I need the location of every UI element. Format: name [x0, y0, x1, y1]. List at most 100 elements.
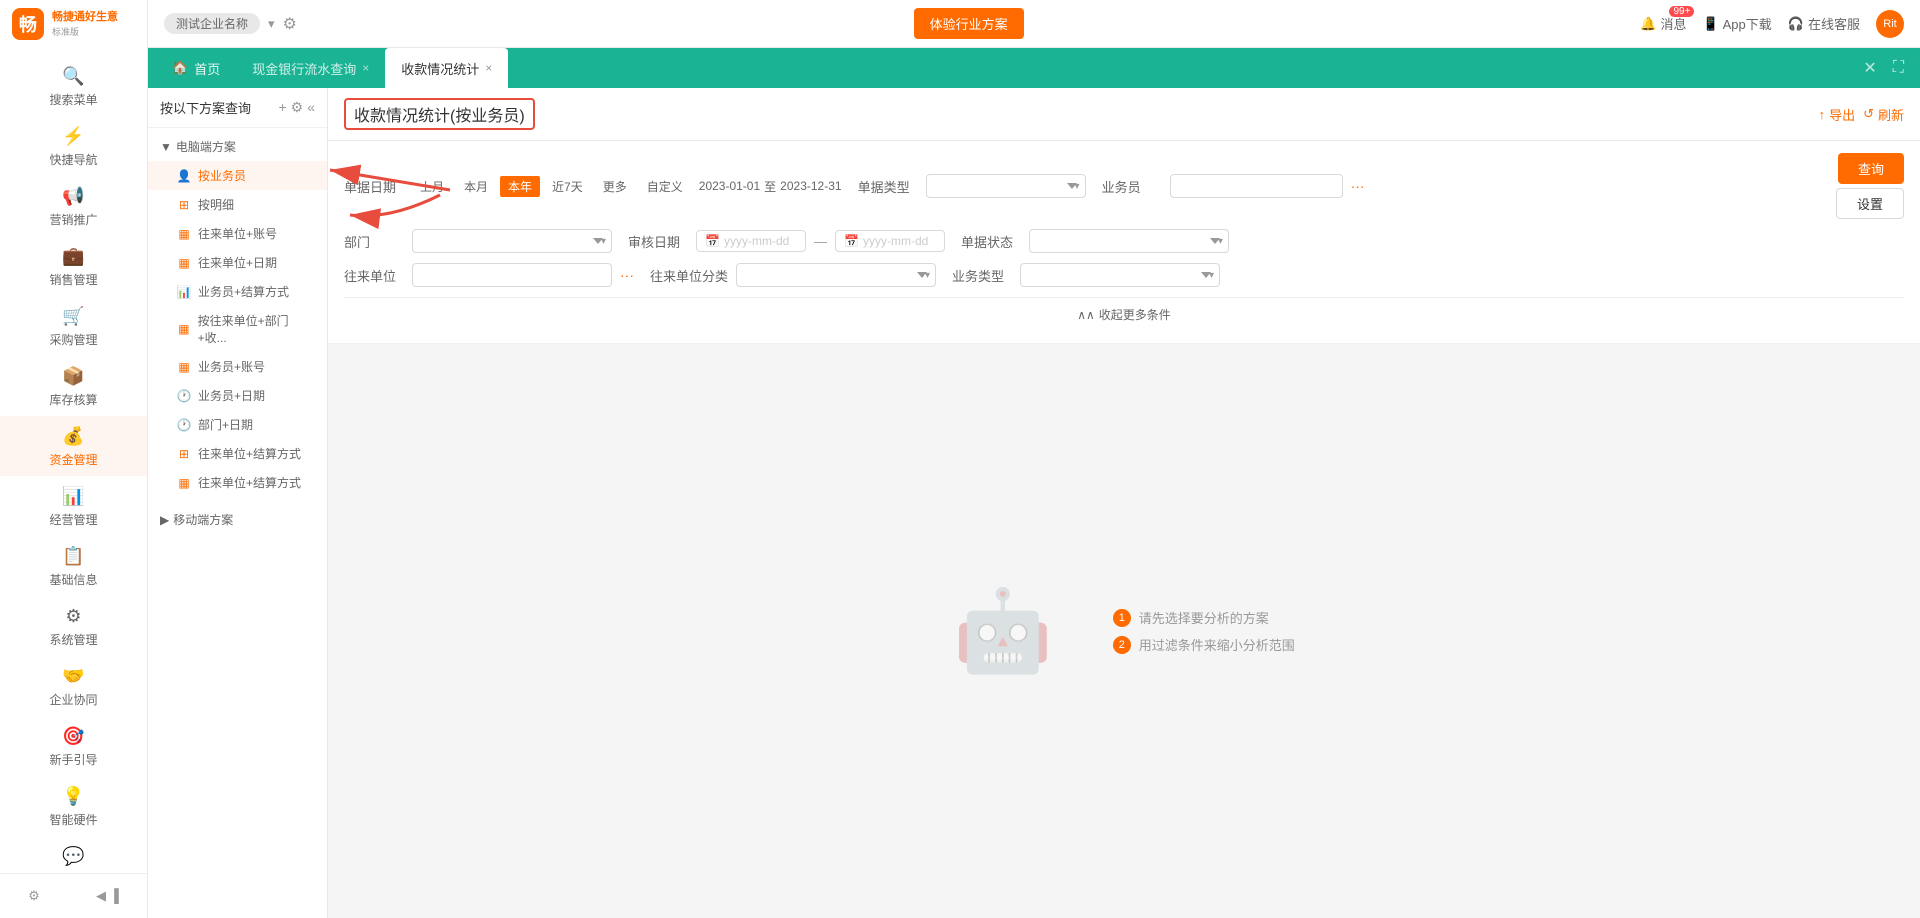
scheme-item-by-salesperson[interactable]: 👤 按业务员 — [148, 161, 327, 190]
add-scheme-icon[interactable]: + — [278, 99, 286, 116]
app-download-button[interactable]: 📱 App下载 — [1702, 14, 1771, 33]
enterprise-dropdown-icon[interactable]: ▾ — [268, 16, 275, 32]
expand-tabs-icon[interactable]: ⛶ — [1885, 59, 1912, 77]
tab-home[interactable]: 🏠 首页 — [156, 48, 236, 88]
salesperson-input[interactable] — [1170, 174, 1343, 198]
sidebar-item-企业协同[interactable]: 🤝企业协同 — [0, 656, 147, 716]
sidebar-icon-6: 💰 — [62, 424, 86, 448]
partner-input[interactable] — [412, 263, 612, 287]
settings-bottom-icon[interactable]: ⚙ — [24, 884, 44, 908]
collapse-sidebar-icon[interactable]: ◀ ▐ — [92, 884, 123, 908]
desktop-scheme-group-toggle[interactable]: ▼ 电脑端方案 — [148, 132, 327, 161]
table5-icon: ▦ — [176, 475, 192, 491]
date-custom-btn[interactable]: 自定义 — [639, 176, 691, 197]
date-7days-btn[interactable]: 近7天 — [544, 176, 591, 197]
tab-cash-flow[interactable]: 现金银行流水查询 × — [236, 48, 385, 88]
refresh-icon: ↺ — [1863, 106, 1874, 122]
biztype-select-wrapper: ▾ — [1020, 263, 1220, 287]
topbar-gear-icon[interactable]: ⚙ — [283, 14, 297, 34]
sidebar-icon-9: ⚙ — [62, 604, 86, 628]
sidebar-item-资金管理[interactable]: 💰资金管理 — [0, 416, 147, 476]
date-label: 单据日期 — [344, 177, 404, 196]
sidebar-item-销售管理[interactable]: 💼销售管理 — [0, 236, 147, 296]
scheme-item-partner-dept[interactable]: ▦ 按往来单位+部门+收... — [148, 306, 327, 352]
close-tab-cash-flow-icon[interactable]: × — [362, 61, 369, 75]
sidebar-item-企业微信[interactable]: 💬企业微信 — [0, 836, 147, 873]
scheme-item-partner-settlement2[interactable]: ▦ 往来单位+结算方式 — [148, 468, 327, 497]
date-range-display: 2023-01-01 至 2023-12-31 — [699, 178, 842, 195]
mobile-scheme-group: ▶ 移动端方案 — [148, 501, 327, 538]
doctype-select[interactable] — [926, 174, 1086, 198]
date-last-month-btn[interactable]: 上月 — [412, 176, 452, 197]
sidebar-item-营销推广[interactable]: 📢营销推广 — [0, 176, 147, 236]
filter-docstatus-item: 单据状态 ▾ — [961, 229, 1229, 253]
logo-text: 畅捷通好生意 — [52, 10, 118, 24]
date-this-year-btn[interactable]: 本年 — [500, 176, 540, 197]
sidebar-icon-13: 💬 — [62, 844, 86, 868]
sidebar-item-采购管理[interactable]: 🛒采购管理 — [0, 296, 147, 356]
sidebar-icon-5: 📦 — [62, 364, 86, 388]
scheme-settings-icon[interactable]: ⚙ — [291, 99, 304, 116]
export-button[interactable]: ↑ 导出 — [1819, 105, 1856, 124]
messages-button[interactable]: 🔔 消息 99+ — [1640, 14, 1686, 33]
collapse-panel-icon[interactable]: « — [307, 99, 315, 116]
dept-select[interactable] — [412, 229, 612, 253]
tab-collection[interactable]: 收款情况统计 × — [385, 48, 508, 88]
scheme-item-partner-account[interactable]: ▦ 往来单位+账号 — [148, 219, 327, 248]
refresh-button[interactable]: ↺ 刷新 — [1863, 105, 1904, 124]
content-area: 🤖 1 请先选择要分析的方案 2 用过滤条件来缩小分析范围 — [328, 344, 1920, 918]
review-date-to[interactable]: 📅 yyyy-mm-dd — [835, 230, 945, 252]
filter-query-actions: 查询 设置 — [1836, 153, 1904, 219]
scheme-item-by-detail[interactable]: ⊞ 按明细 — [148, 190, 327, 219]
scheme-item-dept-date[interactable]: 🕐 部门+日期 — [148, 410, 327, 439]
date-more-btn[interactable]: 更多 — [595, 176, 635, 197]
calendar-from-icon: 📅 — [705, 234, 720, 248]
scheme-item-salesperson-date[interactable]: 🕐 业务员+日期 — [148, 381, 327, 410]
query-button[interactable]: 查询 — [1838, 153, 1904, 184]
online-service-button[interactable]: 🎧 在线客服 — [1788, 14, 1860, 33]
review-date-label: 审核日期 — [628, 232, 688, 251]
sidebar-item-新手引导[interactable]: 🎯新手引导 — [0, 716, 147, 776]
partner-more-icon[interactable]: ··· — [620, 267, 634, 283]
scheme-item-partner-settlement1[interactable]: ⊞ 往来单位+结算方式 — [148, 439, 327, 468]
grid2-icon: ⊞ — [176, 446, 192, 462]
sidebar-item-基础信息[interactable]: 📋基础信息 — [0, 536, 147, 596]
trial-button[interactable]: 体验行业方案 — [914, 8, 1024, 39]
topbar-right: 🔔 消息 99+ 📱 App下载 🎧 在线客服 Rit — [1640, 10, 1904, 38]
collapse-filters-bar[interactable]: ∧∧ 收起更多条件 — [344, 297, 1904, 331]
date-to: 2023-12-31 — [780, 179, 841, 193]
sidebar-item-系统管理[interactable]: ⚙系统管理 — [0, 596, 147, 656]
close-all-tabs-icon[interactable]: ✕ — [1855, 58, 1884, 78]
page-title-wrapper: 收款情况统计(按业务员) — [344, 98, 535, 130]
mobile-scheme-group-toggle[interactable]: ▶ 移动端方案 — [148, 505, 327, 534]
filter-row-1: 单据日期 上月 本月 本年 近7天 更多 自定义 2023-01-01 至 — [344, 153, 1904, 219]
scheme-item-salesperson-account[interactable]: ▦ 业务员+账号 — [148, 352, 327, 381]
home-icon: 🏠 — [172, 60, 188, 76]
sidebar-item-库存核算[interactable]: 📦库存核算 — [0, 356, 147, 416]
scheme-item-partner-date[interactable]: ▦ 往来单位+日期 — [148, 248, 327, 277]
biztype-select[interactable] — [1020, 263, 1220, 287]
sidebar-item-经营管理[interactable]: 📊经营管理 — [0, 476, 147, 536]
sidebar-icon-12: 💡 — [62, 784, 86, 808]
sidebar-item-快捷导航[interactable]: ⚡快捷导航 — [0, 116, 147, 176]
enterprise-name[interactable]: 测试企业名称 — [164, 13, 260, 34]
review-date-from[interactable]: 📅 yyyy-mm-dd — [696, 230, 806, 252]
filter-settings-button[interactable]: 设置 — [1836, 188, 1904, 219]
table-icon: ▦ — [176, 226, 192, 242]
scheme-item-salesperson-settlement[interactable]: 📊 业务员+结算方式 — [148, 277, 327, 306]
partner-class-select[interactable] — [736, 263, 936, 287]
page-header: 收款情况统计(按业务员) ↑ 导出 ↺ 刷新 — [328, 88, 1920, 141]
date-this-month-btn[interactable]: 本月 — [456, 176, 496, 197]
sidebar-icon-8: 📋 — [62, 544, 86, 568]
calendar-to-icon: 📅 — [844, 234, 859, 248]
user-avatar[interactable]: Rit — [1876, 10, 1904, 38]
sidebar-item-搜索菜单[interactable]: 🔍搜索菜单 — [0, 56, 147, 116]
page-title: 收款情况统计(按业务员) — [354, 108, 525, 125]
docstatus-select[interactable] — [1029, 229, 1229, 253]
desktop-group-label: 电脑端方案 — [176, 138, 236, 155]
partner-class-label: 往来单位分类 — [650, 266, 728, 285]
sidebar-item-智能硬件[interactable]: 💡智能硬件 — [0, 776, 147, 836]
close-tab-collection-icon[interactable]: × — [485, 61, 492, 75]
salesperson-more-icon[interactable]: ··· — [1351, 178, 1365, 194]
person-icon: 👤 — [176, 168, 192, 184]
